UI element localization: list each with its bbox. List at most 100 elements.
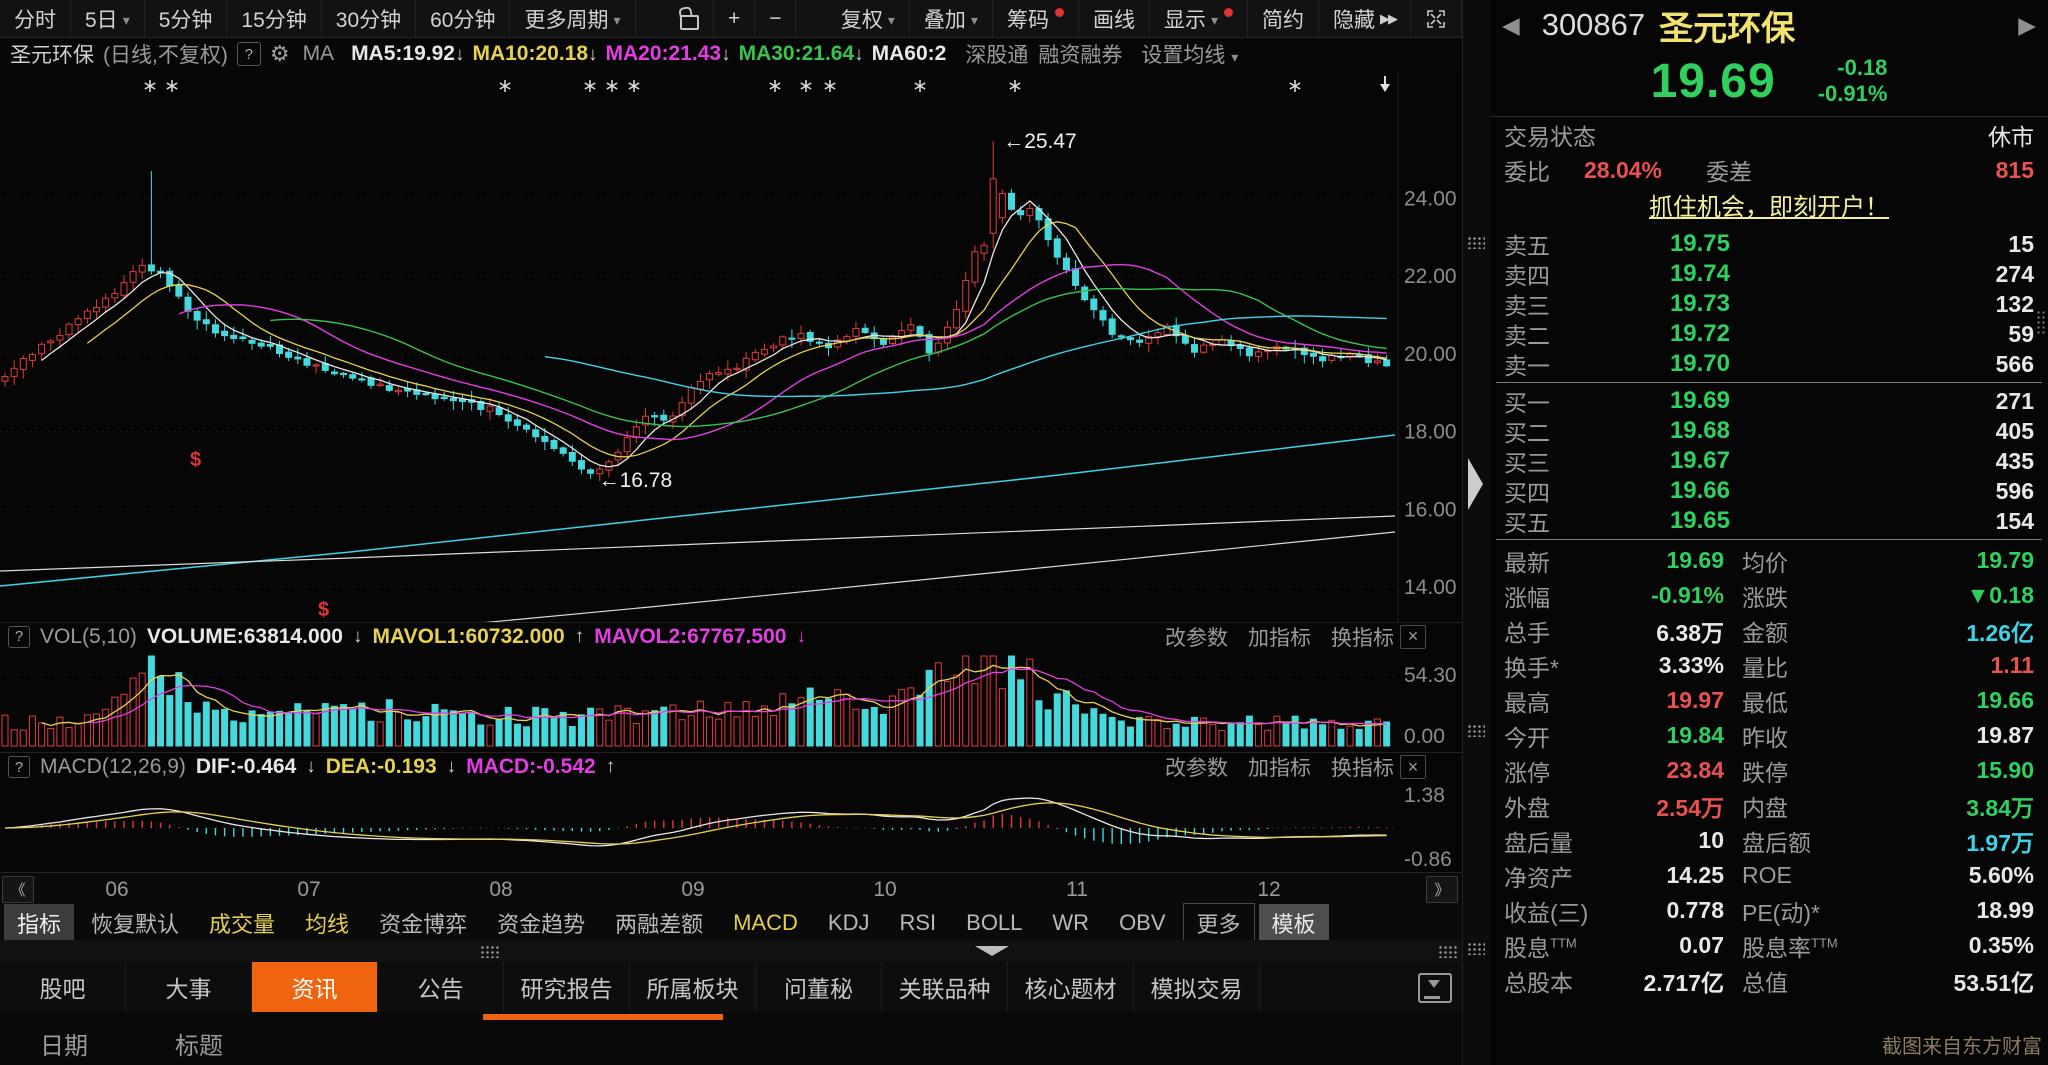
stat-label: 收益(三) (1504, 894, 1616, 928)
drag-handle-icon[interactable] (1438, 945, 1458, 958)
info-tab-大事[interactable]: 大事 (126, 962, 252, 1012)
ma-settings-link[interactable]: 设置均线 ▾ (1141, 39, 1238, 69)
event-marker-icon (629, 80, 639, 92)
bid-row[interactable]: 买三19.67435 (1490, 446, 2048, 476)
bid-row[interactable]: 买二19.68405 (1490, 416, 2048, 446)
ask-row[interactable]: 卖三19.73132 (1490, 289, 2048, 319)
ask-row[interactable]: 卖二19.7259 (1490, 319, 2048, 349)
toolbar-button-period-5min[interactable]: 5分钟 (145, 0, 228, 37)
up-arrow-icon: ↑ (606, 756, 616, 778)
info-tab-核心题材[interactable]: 核心题材 (1008, 962, 1134, 1012)
toolbar-button-zoom-out[interactable]: − (755, 0, 796, 37)
info-tab-公告[interactable]: 公告 (378, 962, 504, 1012)
ask-row[interactable]: 卖一19.70566 (1490, 349, 2048, 379)
toolbar-button-period-15min[interactable]: 15分钟 (227, 0, 321, 37)
toolbar-button-period-30min[interactable]: 30分钟 (322, 0, 416, 37)
indicator-tab-RSI[interactable]: RSI (886, 907, 949, 939)
toolbar-button-adjust[interactable]: 复权▾ (827, 0, 910, 37)
indicator-tab-成交量[interactable]: 成交量 (196, 904, 288, 942)
help-icon[interactable]: ? (8, 626, 30, 648)
close-icon[interactable]: × (1400, 625, 1426, 649)
ask-row[interactable]: 卖四19.74274 (1490, 259, 2048, 289)
indicator-tab-KDJ[interactable]: KDJ (815, 907, 883, 939)
indicator-tab-模板[interactable]: 模板 (1259, 904, 1329, 942)
panel-control-改参数[interactable]: 改参数 (1165, 622, 1228, 652)
stat-label: 今开 (1504, 719, 1616, 753)
info-tab-关联品种[interactable]: 关联品种 (882, 962, 1008, 1012)
bid-row[interactable]: 买四19.66596 (1490, 476, 2048, 506)
toolbar-button-chips[interactable]: 筹码 (993, 0, 1079, 37)
toolbar-button-period-more[interactable]: 更多周期▾ (510, 0, 635, 37)
drag-handle-icon[interactable] (1467, 942, 1485, 955)
next-stock-button[interactable]: ▶ (2018, 12, 2036, 39)
indicator-tab-OBV[interactable]: OBV (1106, 907, 1178, 939)
indicator-tab-均线[interactable]: 均线 (292, 904, 362, 942)
toolbar-button-lock-icon[interactable] (666, 0, 714, 37)
indicator-tab-资金趋势[interactable]: 资金趋势 (484, 904, 598, 942)
drag-handle-icon[interactable] (480, 945, 500, 958)
panel-control-换指标[interactable]: 换指标 (1331, 622, 1394, 652)
panel-control-改参数[interactable]: 改参数 (1165, 752, 1228, 782)
gear-icon[interactable]: ⚙ (270, 41, 290, 67)
indicator-tab-更多[interactable]: 更多 (1183, 903, 1255, 943)
collapse-right-icon[interactable] (1468, 458, 1483, 510)
toolbar-button-period-fenshi[interactable]: 分时 (0, 0, 71, 37)
indicator-tab-MACD[interactable]: MACD (720, 907, 811, 939)
title-link[interactable]: 深股通 (965, 39, 1028, 69)
scroll-left-button[interactable]: 《 (2, 876, 34, 903)
column-header-日期: 日期 (40, 1026, 88, 1061)
info-tab-股吧[interactable]: 股吧 (0, 962, 126, 1012)
indicator-tab-WR[interactable]: WR (1039, 907, 1102, 939)
info-tab-所属板块[interactable]: 所属板块 (630, 962, 756, 1012)
drag-handle-icon[interactable] (1467, 236, 1485, 249)
info-tab-模拟交易[interactable]: 模拟交易 (1134, 962, 1260, 1012)
horizontal-splitter[interactable] (0, 940, 1462, 963)
quote-header: ◀ 300867 圣元环保 ▶ (1490, 0, 2048, 50)
bid-quantity: 596 (1730, 478, 2034, 505)
candlestick-chart[interactable]: 24.0022.0020.0018.0016.0014.00$$←25.47←1… (0, 70, 1462, 622)
toolbar-button-draw-line[interactable]: 画线 (1079, 0, 1150, 37)
open-account-ad-link[interactable]: 抓住机会，即刻开户！ (1490, 187, 2048, 229)
toolbar-button-period-60min[interactable]: 60分钟 (416, 0, 510, 37)
close-icon[interactable]: × (1400, 755, 1426, 779)
info-tab-问董秘[interactable]: 问董秘 (756, 962, 882, 1012)
panel-control-加指标[interactable]: 加指标 (1248, 622, 1311, 652)
vertical-splitter[interactable] (1462, 0, 1492, 1065)
help-icon[interactable]: ? (8, 756, 30, 778)
collapse-arrow-icon[interactable] (975, 946, 1009, 956)
volume-chart[interactable]: 54.300.00 (0, 649, 1462, 749)
indicator-tab-恢复默认[interactable]: 恢复默认 (78, 904, 192, 942)
down-arrow-icon: ↓ (306, 756, 316, 778)
bid-row[interactable]: 买一19.69271 (1490, 386, 2048, 416)
scroll-right-button[interactable]: 》 (1426, 876, 1458, 903)
indicator-tab-指标[interactable]: 指标 (4, 904, 74, 942)
info-tab-研究报告[interactable]: 研究报告 (504, 962, 630, 1012)
panel-control-加指标[interactable]: 加指标 (1248, 752, 1311, 782)
watermark: 截图来自东方财富 (1882, 1030, 2042, 1059)
help-icon[interactable]: ? (237, 42, 261, 66)
title-link[interactable]: 融资融券 (1038, 39, 1122, 69)
indicator-tab-资金博弈[interactable]: 资金博弈 (366, 904, 480, 942)
toolbar-button-hide[interactable]: 隐藏▶▶ (1319, 0, 1411, 37)
toolbar-button-display[interactable]: 显示▾ (1150, 0, 1248, 37)
stat-value: 1.97万 (1888, 824, 2034, 858)
macd-chart[interactable]: 1.38-0.86 (0, 780, 1462, 872)
ask-row[interactable]: 卖五19.7515 (1490, 229, 2048, 259)
indicator-tab-两融差额[interactable]: 两融差额 (602, 904, 716, 942)
export-window-icon[interactable] (1418, 973, 1452, 1003)
svg-text:-0.86: -0.86 (1404, 848, 1452, 871)
indicator-tab-BOLL[interactable]: BOLL (953, 907, 1035, 939)
drag-handle-icon[interactable] (1467, 724, 1485, 737)
info-tab-资讯[interactable]: 资讯 (252, 962, 378, 1012)
toolbar-button-period-5day[interactable]: 5日▾ (71, 0, 145, 37)
stat-value: ▼0.18 (1888, 582, 2034, 609)
toolbar-button-label: 5分钟 (159, 4, 213, 34)
panel-control-换指标[interactable]: 换指标 (1331, 752, 1394, 782)
drag-handle-icon[interactable] (2036, 310, 2046, 336)
bid-row[interactable]: 买五19.65154 (1490, 506, 2048, 536)
toolbar-button-zoom-in[interactable]: + (714, 0, 755, 37)
toolbar-button-fullscreen-icon[interactable] (1411, 0, 1462, 37)
prev-stock-button[interactable]: ◀ (1502, 12, 1520, 39)
toolbar-button-simple-mode[interactable]: 简约 (1248, 0, 1319, 37)
toolbar-button-overlay[interactable]: 叠加▾ (910, 0, 993, 37)
